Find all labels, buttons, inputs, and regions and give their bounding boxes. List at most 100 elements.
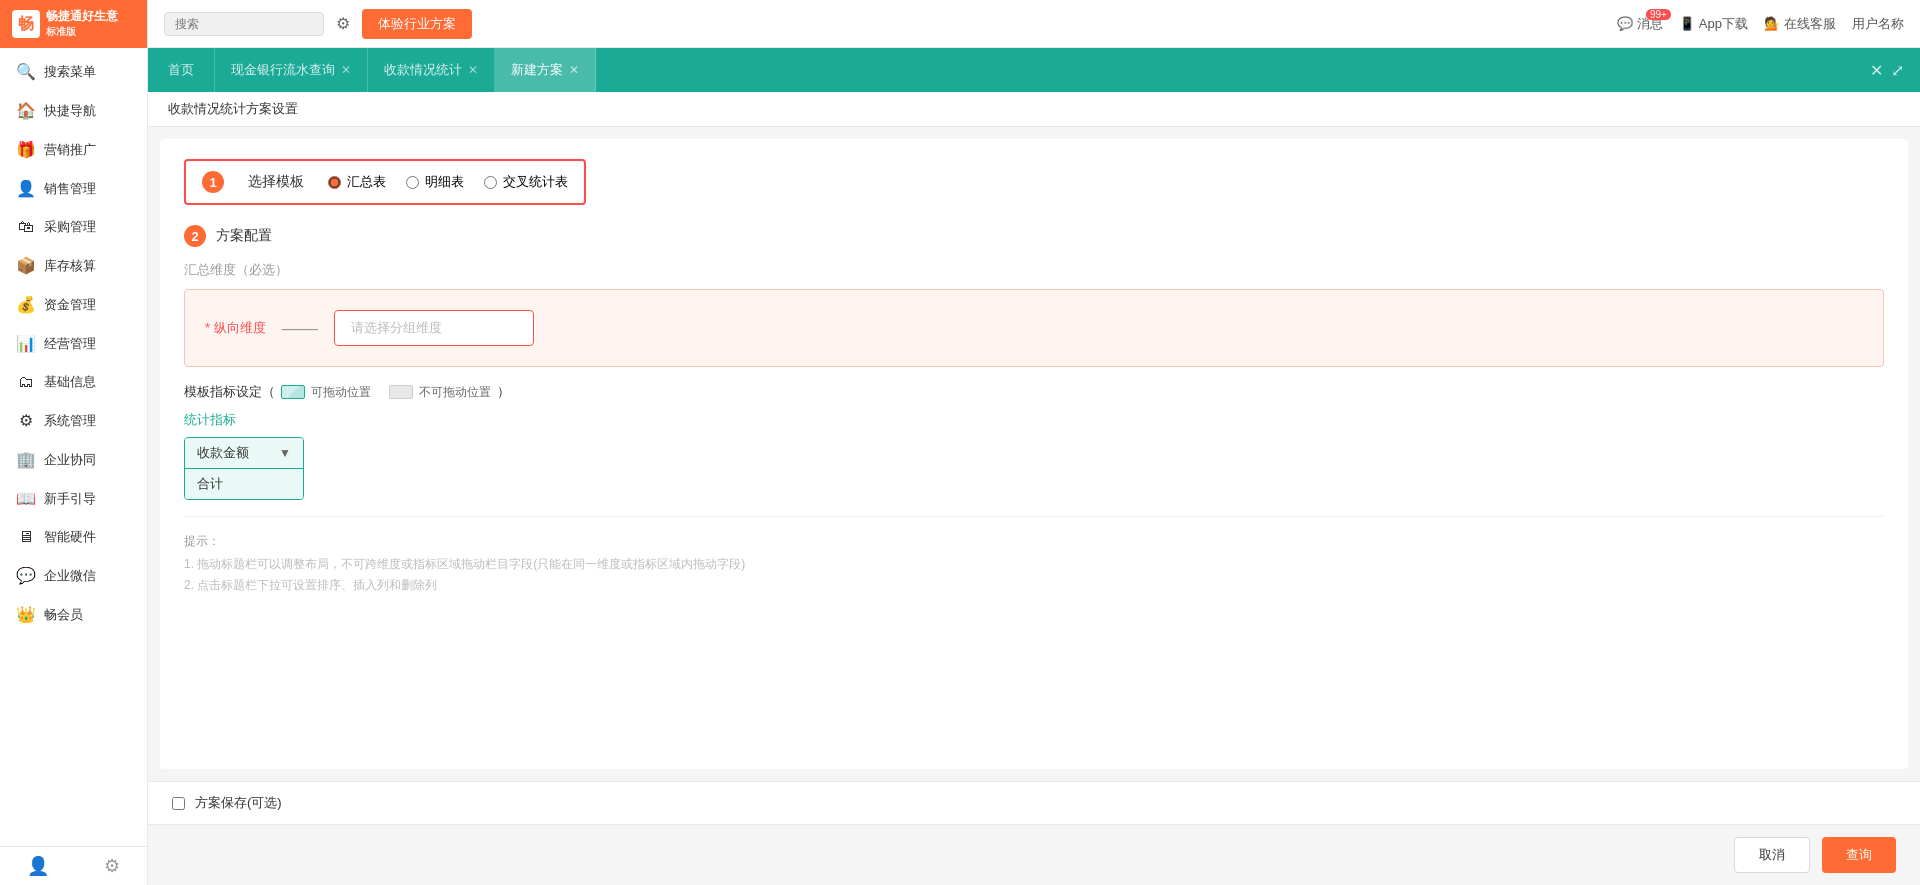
legend-fixed-box [389, 385, 413, 399]
sidebar-icon-basic-info: 🗂 [16, 373, 36, 391]
sidebar-item-system[interactable]: ⚙系统管理 [0, 401, 147, 440]
sidebar-label-sales: 销售管理 [44, 180, 96, 198]
indicator-header-label: 收款金额 [197, 444, 249, 462]
save-checkbox[interactable] [172, 797, 185, 810]
main-content: ⚙ 体验行业方案 💬 99+ 消息 📱 App下载 💁 在线客服 用户名称 [148, 0, 1920, 885]
logo-icon: 畅 [12, 10, 40, 38]
dimension-area: * 纵向维度 —— 请选择分组维度 [184, 289, 1884, 367]
tab-payment-stats[interactable]: 收款情况统计 ✕ [368, 48, 495, 92]
radio-detail[interactable]: 明细表 [406, 173, 464, 191]
sidebar-item-finance[interactable]: 💰 资金管理 [0, 285, 147, 324]
app-icon: 📱 [1679, 16, 1695, 31]
step2-title: 方案配置 [216, 227, 272, 245]
search-input[interactable] [164, 12, 324, 36]
tips-item-1: 1. 拖动标题栏可以调整布局，不可跨维度或指标区域拖动栏目字段(只能在同一维度或… [184, 556, 1884, 573]
sidebar-item-basic-info[interactable]: 🗂基础信息 [0, 363, 147, 401]
indicator-settings: 模板指标设定（ 可拖动位置 不可拖动位置 ） 统计指标 收款金额 ▼ [184, 383, 1884, 500]
sidebar-label-purchase: 采购管理 [44, 218, 96, 236]
dimension-arrow: —— [282, 318, 318, 339]
template-select-area: 1 选择模板 汇总表 明细表 [184, 159, 586, 205]
sidebar-item-hardware[interactable]: 🖥智能硬件 [0, 518, 147, 556]
dimension-placeholder: 请选择分组维度 [351, 320, 442, 335]
industry-btn[interactable]: 体验行业方案 [362, 9, 472, 39]
gear-icon[interactable]: ⚙ [336, 14, 350, 33]
radio-cross-input[interactable] [484, 176, 497, 189]
sidebar-icon-operation: 📊 [16, 334, 36, 353]
page-content: 收款情况统计方案设置 1 选择模板 汇总表 [148, 92, 1920, 885]
tab-new-plan-label: 新建方案 [511, 61, 563, 79]
radio-detail-input[interactable] [406, 176, 419, 189]
indicator-header[interactable]: 收款金额 ▼ [185, 438, 303, 469]
tips-title: 提示： [184, 533, 1884, 550]
app-label: App下载 [1699, 15, 1748, 33]
sidebar-item-member[interactable]: 👑畅会员 [0, 595, 147, 634]
breadcrumb-text: 收款情况统计方案设置 [168, 101, 298, 116]
sidebar-item-search-menu[interactable]: 🔍搜索菜单 [0, 52, 147, 91]
tab-payment-stats-close[interactable]: ✕ [468, 63, 478, 77]
radio-summary[interactable]: 汇总表 [328, 173, 386, 191]
sidebar: 畅 畅捷通好生意 标准版 🔍搜索菜单🏠快捷导航🎁营销推广👤销售管理🛍采购管理📦库… [0, 0, 148, 885]
sidebar-item-enterprise[interactable]: 🏢企业协同 [0, 440, 147, 479]
save-label[interactable]: 方案保存(可选) [195, 794, 282, 812]
tips-item-2: 2. 点击标题栏下拉可设置排序、插入列和删除列 [184, 577, 1884, 594]
step1-header: 1 选择模板 汇总表 明细表 [184, 159, 1884, 205]
step1-title: 选择模板 [248, 173, 304, 191]
sidebar-label-marketing: 营销推广 [44, 141, 96, 159]
radio-summary-label: 汇总表 [347, 173, 386, 191]
query-button[interactable]: 查询 [1822, 837, 1896, 873]
notification-btn[interactable]: 💬 99+ 消息 [1617, 15, 1663, 33]
radio-cross-label: 交叉统计表 [503, 173, 568, 191]
legend-draggable-box [281, 385, 305, 399]
sidebar-icon-purchase: 🛍 [16, 218, 36, 236]
tab-bank-flow[interactable]: 现金银行流水查询 ✕ [215, 48, 368, 92]
sidebar-item-operation[interactable]: 📊 经营管理 [0, 324, 147, 363]
tab-bar: 首页 现金银行流水查询 ✕ 收款情况统计 ✕ 新建方案 ✕ ✕ ⤢ [148, 48, 1920, 92]
user-menu[interactable]: 用户名称 [1852, 15, 1904, 33]
dimension-input[interactable]: 请选择分组维度 [334, 310, 534, 346]
radio-cross[interactable]: 交叉统计表 [484, 173, 568, 191]
template-radio-group: 汇总表 明细表 交叉统计表 [328, 173, 568, 191]
sidebar-icon-quick-nav: 🏠 [16, 101, 36, 120]
cancel-button[interactable]: 取消 [1734, 837, 1810, 873]
sidebar-icon-finance: 💰 [16, 295, 36, 314]
radio-summary-input[interactable] [328, 176, 341, 189]
sidebar-item-wechat[interactable]: 💬企业微信 [0, 556, 147, 595]
online-service-btn[interactable]: 💁 在线客服 [1764, 15, 1836, 33]
sidebar-item-sales[interactable]: 👤销售管理 [0, 169, 147, 208]
sidebar-item-guide[interactable]: 📖新手引导 [0, 479, 147, 518]
sidebar-icon-member: 👑 [16, 605, 36, 624]
app-download-btn[interactable]: 📱 App下载 [1679, 15, 1748, 33]
tab-close-window-icon[interactable]: ✕ [1870, 61, 1883, 80]
tab-new-plan-close[interactable]: ✕ [569, 63, 579, 77]
indicator-dropdown-arrow[interactable]: ▼ [279, 446, 291, 460]
sidebar-item-marketing[interactable]: 🎁营销推广 [0, 130, 147, 169]
sidebar-logo: 畅 畅捷通好生意 标准版 [0, 0, 147, 48]
footer-btns: 取消 查询 [148, 824, 1920, 885]
dimension-row: * 纵向维度 —— 请选择分组维度 [205, 310, 1863, 346]
indicator-config-prefix: 模板指标设定（ [184, 383, 275, 401]
sidebar-bottom-settings[interactable]: ⚙ [104, 855, 120, 877]
tab-bar-right: ✕ ⤢ [1854, 61, 1920, 80]
vertical-dimension-label: * 纵向维度 [205, 319, 266, 337]
radio-detail-label: 明细表 [425, 173, 464, 191]
sidebar-label-inventory: 库存核算 [44, 257, 96, 275]
sidebar-label-operation: 经营管理 [44, 335, 96, 353]
tab-bank-flow-close[interactable]: ✕ [341, 63, 351, 77]
sidebar-icon-system: ⚙ [16, 411, 36, 430]
tab-home[interactable]: 首页 [148, 48, 215, 92]
sidebar-item-quick-nav[interactable]: 🏠快捷导航 [0, 91, 147, 130]
sidebar-bottom-user[interactable]: 👤 [27, 855, 49, 877]
sidebar-label-finance: 资金管理 [44, 296, 96, 314]
notification-icon: 💬 [1617, 16, 1633, 31]
form-container: 1 选择模板 汇总表 明细表 [160, 139, 1908, 769]
notification-badge: 99+ [1646, 9, 1671, 20]
sidebar-icon-hardware: 🖥 [16, 528, 36, 546]
tab-maximize-icon[interactable]: ⤢ [1891, 61, 1904, 80]
sidebar-item-inventory[interactable]: 📦库存核算 [0, 246, 147, 285]
tips-section: 提示： 1. 拖动标题栏可以调整布局，不可跨维度或指标区域拖动栏目字段(只能在同… [184, 516, 1884, 594]
username: 用户名称 [1852, 15, 1904, 33]
page-breadcrumb: 收款情况统计方案设置 [148, 92, 1920, 127]
indicator-table: 收款金额 ▼ 合计 [184, 437, 304, 500]
tab-new-plan[interactable]: 新建方案 ✕ [495, 48, 596, 92]
sidebar-item-purchase[interactable]: 🛍 采购管理 [0, 208, 147, 246]
